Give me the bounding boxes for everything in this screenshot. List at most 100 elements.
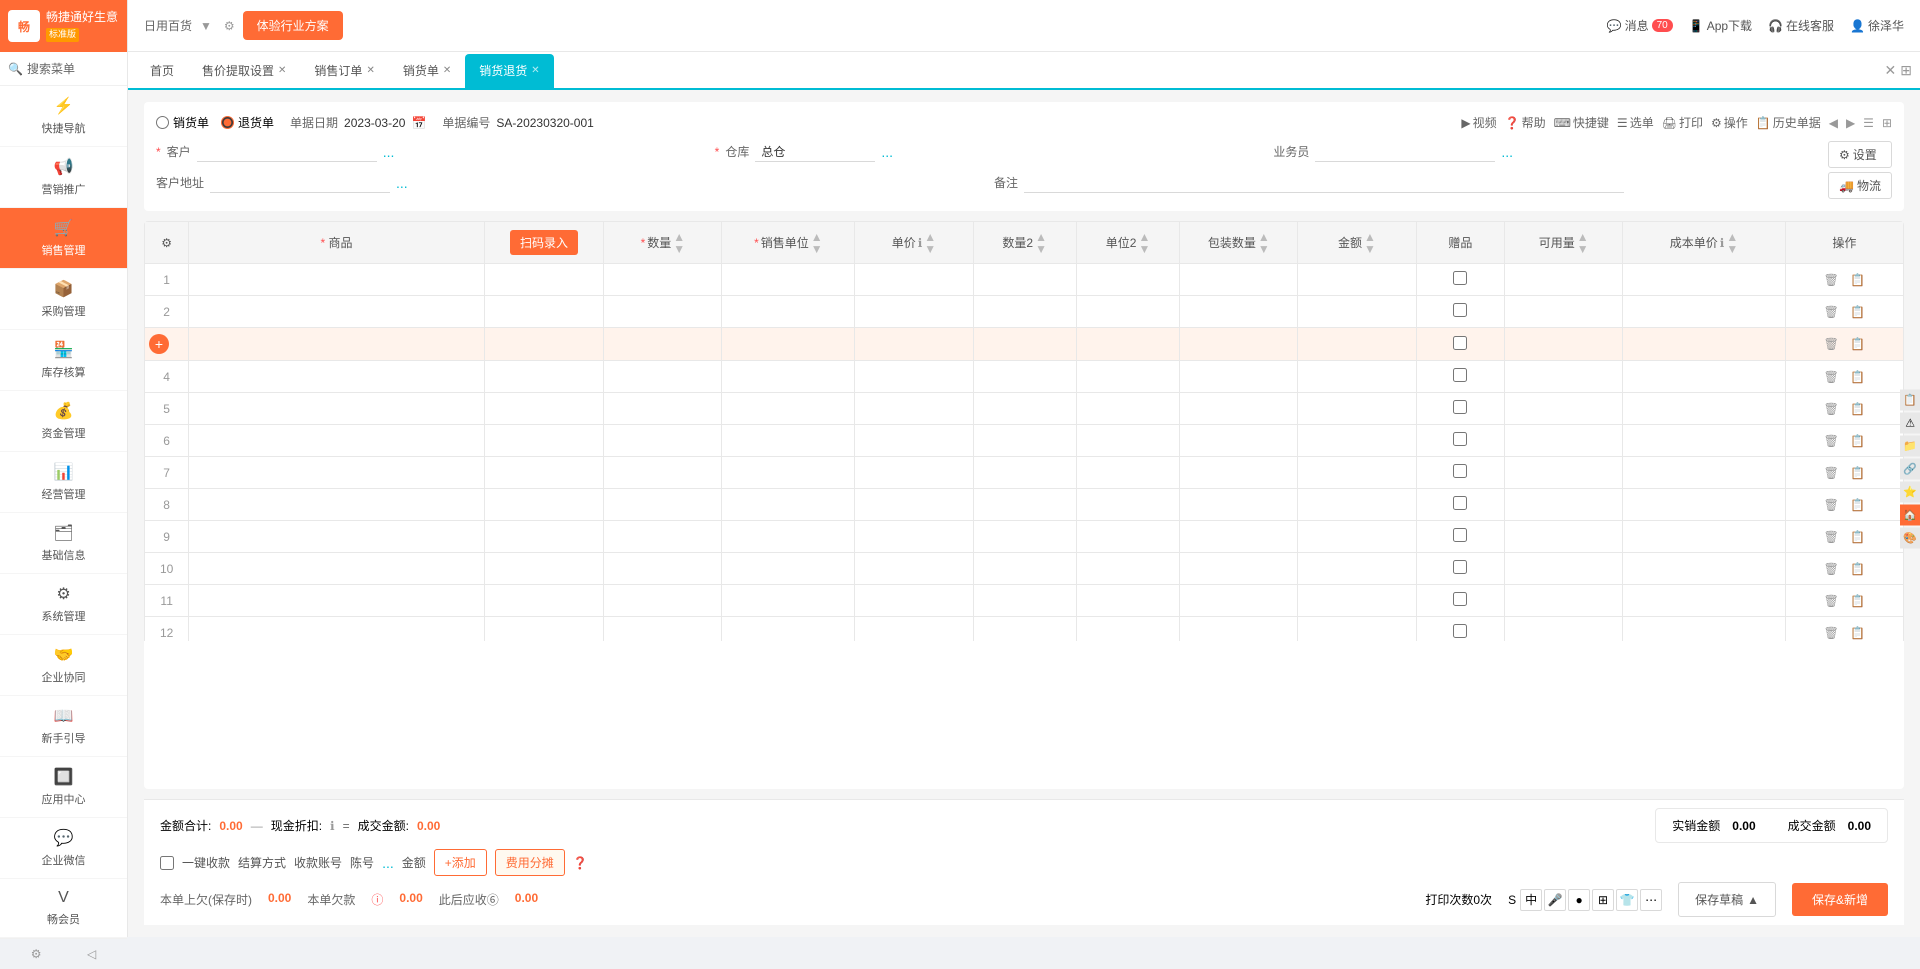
copy-row-6[interactable]: 📋 — [1846, 464, 1869, 482]
sidebar-item-shortcuts[interactable]: ⚡ 快捷导航 — [0, 86, 127, 147]
tab-home[interactable]: 首页 — [136, 54, 188, 89]
copy-row-0[interactable]: 📋 — [1846, 271, 1869, 289]
user-avatar[interactable]: 👤 徐泽华 — [1850, 17, 1904, 34]
tab-sale-order[interactable]: 销售订单 ✕ — [300, 54, 388, 89]
save-draft-btn[interactable]: 保存草稿 ▲ — [1678, 882, 1776, 917]
video-btn[interactable]: ▶ 视频 — [1461, 114, 1496, 131]
sidebar-item-vip[interactable]: V 畅会员 — [0, 879, 127, 938]
sidebar-item-system[interactable]: ⚙ 系统管理 — [0, 574, 127, 635]
right-panel-btn-active[interactable]: 🏠 — [1900, 504, 1920, 525]
sidebar-item-operation[interactable]: 📊 经营管理 — [0, 452, 127, 513]
sidebar-item-enterprise[interactable]: 🤝 企业协同 — [0, 635, 127, 696]
scan-input-btn[interactable]: 扫码录入 — [510, 230, 578, 255]
sidebar-collapse-icon[interactable]: ◁ — [87, 947, 96, 961]
gift-checkbox-4[interactable] — [1453, 400, 1467, 414]
tb-btn-1[interactable]: 中 — [1520, 889, 1542, 911]
right-panel-btn-2[interactable]: ⚠ — [1900, 412, 1920, 433]
remark-input[interactable] — [1024, 172, 1624, 193]
nav-prev[interactable]: ◀ — [1829, 116, 1838, 130]
tb-btn-5[interactable]: 👕 — [1616, 889, 1638, 911]
delete-row-1[interactable]: 🗑 — [1820, 303, 1843, 321]
delete-row-2[interactable]: 🗑 — [1820, 335, 1843, 353]
sidebar-item-finance[interactable]: 💰 资金管理 — [0, 391, 127, 452]
delete-row-6[interactable]: 🗑 — [1820, 464, 1843, 482]
delete-row-10[interactable]: 🗑 — [1820, 592, 1843, 610]
address-input[interactable] — [210, 172, 390, 193]
goods-input-2[interactable] — [193, 337, 479, 351]
app-download-btn[interactable]: 📱 App下载 — [1689, 17, 1752, 34]
right-panel-btn-1[interactable]: 📋 — [1900, 389, 1920, 410]
gift-checkbox-10[interactable] — [1453, 592, 1467, 606]
view-grid-icon[interactable]: ⊞ — [1882, 116, 1892, 130]
shortcut-btn[interactable]: ⌨ 快捷键 — [1554, 114, 1609, 131]
one-key-collect-checkbox[interactable] — [160, 856, 174, 870]
sidebar-settings-icon[interactable]: ⚙ — [31, 947, 42, 961]
tab-close-all[interactable]: ✕ — [1885, 62, 1897, 79]
trial-btn[interactable]: 体验行业方案 — [243, 11, 343, 40]
copy-row-2[interactable]: 📋 — [1846, 335, 1869, 353]
tab-sale-return[interactable]: 销货退货 ✕ — [465, 54, 553, 89]
gift-checkbox-11[interactable] — [1453, 624, 1467, 638]
save-new-btn[interactable]: 保存&新增 — [1792, 883, 1888, 916]
sidebar-item-wechat[interactable]: 💬 企业微信 — [0, 818, 127, 879]
breadcrumb-dropdown-icon[interactable]: ▼ — [200, 19, 212, 33]
right-panel-btn-5[interactable]: ⭐ — [1900, 481, 1920, 502]
delete-row-0[interactable]: 🗑 — [1820, 271, 1843, 289]
add-btn[interactable]: +添加 — [434, 849, 487, 876]
nav-next[interactable]: ▶ — [1846, 116, 1855, 130]
copy-row-5[interactable]: 📋 — [1846, 432, 1869, 450]
sidebar-item-inventory[interactable]: 🏪 库存核算 — [0, 330, 127, 391]
customer-input[interactable] — [197, 141, 377, 162]
tb-btn-6[interactable]: ⋯ — [1640, 889, 1662, 911]
gift-checkbox-8[interactable] — [1453, 528, 1467, 542]
history-btn[interactable]: 📋 历史单据 — [1756, 114, 1821, 131]
header-settings-icon[interactable]: ⚙ — [224, 19, 235, 33]
sidebar-item-marketing[interactable]: 📢 营销推广 — [0, 147, 127, 208]
delete-row-9[interactable]: 🗑 — [1820, 560, 1843, 578]
copy-row-9[interactable]: 📋 — [1846, 560, 1869, 578]
logistics-btn[interactable]: 🚚 物流 — [1828, 172, 1892, 199]
th-settings[interactable]: ⚙ — [145, 222, 189, 264]
copy-row-7[interactable]: 📋 — [1846, 496, 1869, 514]
delete-row-7[interactable]: 🗑 — [1820, 496, 1843, 514]
tb-btn-4[interactable]: ⊞ — [1592, 889, 1614, 911]
gift-checkbox-5[interactable] — [1453, 432, 1467, 446]
tb-btn-3[interactable]: ● — [1568, 889, 1590, 911]
radio-sale-input[interactable] — [156, 116, 169, 129]
tab-close-sale-bill[interactable]: ✕ — [443, 65, 451, 76]
tab-close-sale-return[interactable]: ✕ — [531, 65, 539, 76]
tab-sale-bill[interactable]: 销货单 ✕ — [389, 54, 465, 89]
gift-checkbox-9[interactable] — [1453, 560, 1467, 574]
sidebar-item-apps[interactable]: 🔲 应用中心 — [0, 757, 127, 818]
delete-row-8[interactable]: 🗑 — [1820, 528, 1843, 546]
copy-row-1[interactable]: 📋 — [1846, 303, 1869, 321]
radio-return-input[interactable] — [221, 116, 234, 129]
sidebar-item-purchase[interactable]: 📦 采购管理 — [0, 269, 127, 330]
gift-checkbox-0[interactable] — [1453, 271, 1467, 285]
copy-row-3[interactable]: 📋 — [1846, 368, 1869, 386]
help-btn[interactable]: ❓ 帮助 — [1505, 114, 1546, 131]
add-row-btn[interactable]: + — [149, 334, 169, 354]
message-btn[interactable]: 💬 消息 70 — [1607, 17, 1673, 34]
tab-close-sale-price[interactable]: ✕ — [278, 65, 286, 76]
table-scroll[interactable]: ⚙ * 商品 扫码录入 * — [144, 221, 1904, 641]
setup-btn[interactable]: ⚙ 设置 — [1828, 141, 1892, 168]
tb-btn-2[interactable]: 🎤 — [1544, 889, 1566, 911]
date-picker-icon[interactable]: 📅 — [411, 116, 426, 130]
copy-row-4[interactable]: 📋 — [1846, 400, 1869, 418]
address-picker[interactable]: ... — [396, 175, 408, 191]
copy-row-8[interactable]: 📋 — [1846, 528, 1869, 546]
gift-checkbox-2[interactable] — [1453, 336, 1467, 350]
gift-checkbox-3[interactable] — [1453, 368, 1467, 382]
copy-row-11[interactable]: 📋 — [1846, 624, 1869, 642]
tab-sale-price[interactable]: 售价提取设置 ✕ — [188, 54, 300, 89]
right-panel-btn-4[interactable]: 🔗 — [1900, 458, 1920, 479]
settings-icon[interactable]: ⚙ — [161, 236, 172, 250]
fee-split-btn[interactable]: 费用分摊 — [495, 849, 565, 876]
staff-picker[interactable]: ... — [1501, 144, 1513, 160]
warehouse-input[interactable] — [755, 141, 875, 162]
gift-checkbox-1[interactable] — [1453, 303, 1467, 317]
radio-return[interactable]: 退货单 — [221, 114, 274, 131]
view-list-icon[interactable]: ☰ — [1863, 116, 1874, 130]
account-picker[interactable]: ... — [382, 855, 394, 871]
